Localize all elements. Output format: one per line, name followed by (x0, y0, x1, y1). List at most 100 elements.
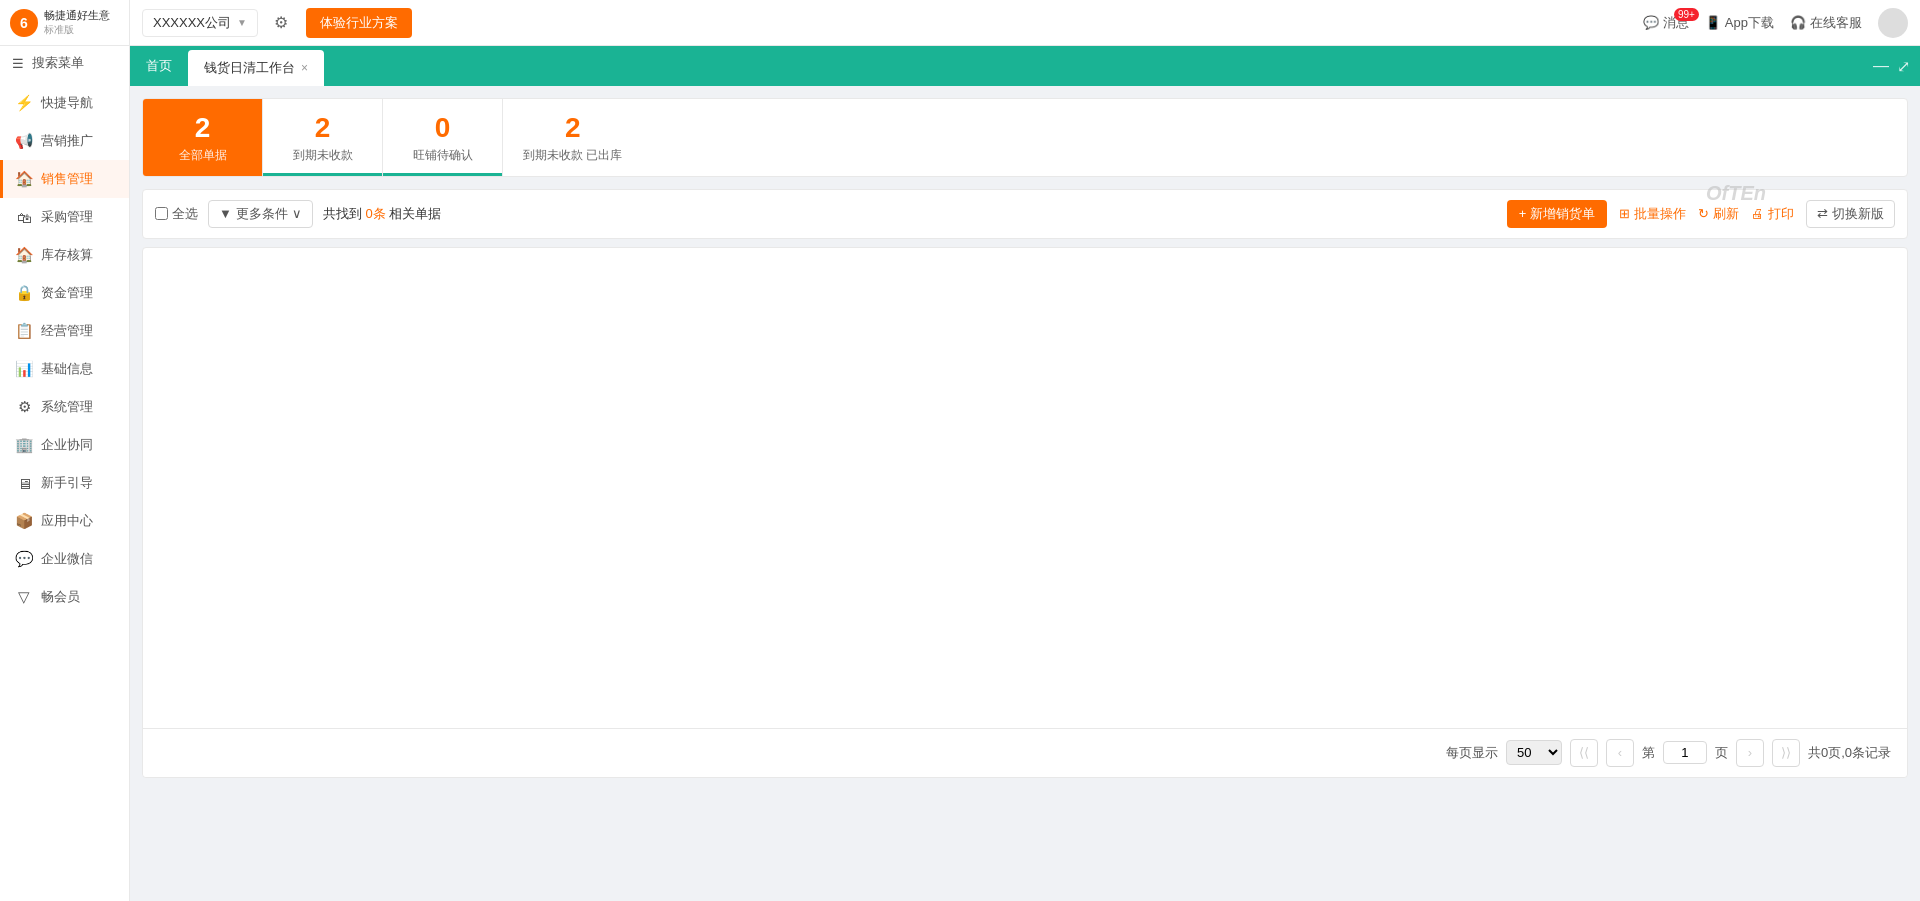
sidebar-item-label: 基础信息 (41, 360, 93, 378)
add-sale-order-button[interactable]: + 新增销货单 (1507, 200, 1607, 228)
company-name: XXXXXX公司 (153, 14, 231, 32)
avatar[interactable] (1878, 8, 1908, 38)
stats-tab-pending[interactable]: 0 旺铺待确认 (383, 99, 503, 176)
search-menu-label: 搜索菜单 (32, 54, 84, 72)
sidebar-item-label: 应用中心 (41, 512, 93, 530)
select-all-checkbox[interactable]: 全选 (155, 205, 198, 223)
last-page-button[interactable]: ⟩⟩ (1772, 739, 1800, 767)
batch-icon: ⊞ (1619, 206, 1630, 221)
first-page-button[interactable]: ⟨⟨ (1570, 739, 1598, 767)
page-suffix: 页 (1715, 744, 1728, 762)
tab-close-icon[interactable]: × (301, 61, 308, 75)
sidebar-item-label: 畅会员 (41, 588, 80, 606)
sidebar-item-new-guide[interactable]: 🖥 新手引导 (0, 464, 129, 502)
logo-icon: 6 (10, 9, 38, 37)
minimize-icon[interactable]: — (1873, 57, 1889, 75)
service-icon: 🎧 (1790, 15, 1806, 30)
switch-icon: ⇄ (1817, 206, 1828, 221)
per-page-label: 每页显示 (1446, 744, 1498, 762)
tab-underline-overdue (263, 173, 382, 176)
operations-icon: 📋 (15, 322, 33, 340)
cooperation-icon: 🏢 (15, 436, 33, 454)
sidebar-item-label: 采购管理 (41, 208, 93, 226)
trial-button[interactable]: 体验行业方案 (306, 8, 412, 38)
sidebar-logo-area: 6 畅捷通好生意 标准版 (0, 0, 129, 46)
batch-operation-button[interactable]: ⊞ 批量操作 (1619, 205, 1686, 223)
finance-icon: 🔒 (15, 284, 33, 302)
print-button[interactable]: 🖨 打印 (1751, 205, 1794, 223)
active-tab-label: 钱货日清工作台 (204, 59, 295, 77)
chevron-down-icon: ▼ (237, 17, 247, 28)
per-page-select[interactable]: 50 100 200 (1506, 740, 1562, 765)
app-download-label: App下载 (1725, 14, 1774, 32)
select-all-label: 全选 (172, 205, 198, 223)
sidebar-item-purchase[interactable]: 🛍 采购管理 (0, 198, 129, 236)
app-name: 畅捷通好生意 (44, 8, 110, 22)
sidebar-item-sales[interactable]: 🏠 销售管理 (0, 160, 129, 198)
base-info-icon: 📊 (15, 360, 33, 378)
new-guide-icon: 🖥 (15, 475, 33, 492)
tab-bar-actions: — ⤢ (1873, 57, 1920, 76)
refresh-label: 刷新 (1713, 205, 1739, 223)
sidebar-item-cooperation[interactable]: 🏢 企业协同 (0, 426, 129, 464)
page-number-input[interactable] (1663, 741, 1707, 764)
stats-tabs: 2 全部单据 2 到期未收款 0 旺铺待确认 2 到期未收款 已出库 (142, 98, 1908, 177)
inventory-icon: 🏠 (15, 246, 33, 264)
sidebar-item-operations[interactable]: 📋 经营管理 (0, 312, 129, 350)
refresh-button[interactable]: ↻ 刷新 (1698, 205, 1739, 223)
stats-pending-label: 旺铺待确认 (413, 147, 473, 164)
select-all-input[interactable] (155, 207, 168, 220)
sidebar-item-quick-nav[interactable]: ⚡ 快捷导航 (0, 84, 129, 122)
switch-version-button[interactable]: ⇄ 切换新版 (1806, 200, 1895, 228)
member-icon: ▽ (15, 588, 33, 606)
toolbar: 全选 ▼ 更多条件 ∨ 共找到 0条 相关单据 + 新增销货单 ⊞ 批量操作 ↻… (142, 189, 1908, 239)
sidebar-item-label: 系统管理 (41, 398, 93, 416)
sidebar-item-wechat[interactable]: 💬 企业微信 (0, 540, 129, 578)
system-icon: ⚙ (15, 398, 33, 416)
message-button[interactable]: 💬 消息 99+ (1643, 14, 1689, 32)
search-menu-icon: ☰ (12, 56, 24, 71)
next-page-button[interactable]: › (1736, 739, 1764, 767)
main-content: 2 全部单据 2 到期未收款 0 旺铺待确认 2 到期未收款 已出库 全选 ▼ (130, 86, 1920, 901)
tab-active[interactable]: 钱货日清工作台 × (188, 50, 324, 86)
switch-label: 切换新版 (1832, 205, 1884, 223)
stats-tab-all[interactable]: 2 全部单据 (143, 99, 263, 176)
app-download-button[interactable]: 📱 App下载 (1705, 14, 1774, 32)
sidebar-item-label: 库存核算 (41, 246, 93, 264)
sales-icon: 🏠 (15, 170, 33, 188)
company-selector[interactable]: XXXXXX公司 ▼ (142, 9, 258, 37)
print-icon: 🖨 (1751, 206, 1764, 221)
sidebar-item-label: 企业协同 (41, 436, 93, 454)
tab-home[interactable]: 首页 (130, 46, 188, 86)
home-tab-label: 首页 (146, 57, 172, 75)
app-center-icon: 📦 (15, 512, 33, 530)
sidebar-item-inventory[interactable]: 🏠 库存核算 (0, 236, 129, 274)
sidebar-item-label: 资金管理 (41, 284, 93, 302)
stats-tab-overdue[interactable]: 2 到期未收款 (263, 99, 383, 176)
settings-button[interactable]: ⚙ (266, 8, 296, 38)
prev-page-button[interactable]: ‹ (1606, 739, 1634, 767)
search-menu-item[interactable]: ☰ 搜索菜单 (0, 46, 129, 80)
sidebar-item-app-center[interactable]: 📦 应用中心 (0, 502, 129, 540)
online-service-label: 在线客服 (1810, 14, 1862, 32)
found-text: 共找到 0条 相关单据 (323, 205, 441, 223)
filter-button[interactable]: ▼ 更多条件 ∨ (208, 200, 313, 228)
message-badge: 99+ (1674, 8, 1699, 21)
sidebar-item-label: 新手引导 (41, 474, 93, 492)
filter-chevron-icon: ∨ (292, 206, 302, 221)
quick-nav-icon: ⚡ (15, 94, 33, 112)
top-header: XXXXXX公司 ▼ ⚙ 体验行业方案 💬 消息 99+ 📱 App下载 🎧 在… (130, 0, 1920, 46)
maximize-icon[interactable]: ⤢ (1897, 57, 1910, 76)
sidebar-item-base-info[interactable]: 📊 基础信息 (0, 350, 129, 388)
sidebar-nav: ⚡ 快捷导航 📢 营销推广 🏠 销售管理 🛍 采购管理 🏠 库存核算 🔒 资金管… (0, 80, 129, 901)
sidebar-item-member[interactable]: ▽ 畅会员 (0, 578, 129, 616)
sidebar-item-finance[interactable]: 🔒 资金管理 (0, 274, 129, 312)
stats-tab-not-shipped[interactable]: 2 到期未收款 已出库 (503, 99, 642, 176)
tab-underline-not-shipped (503, 173, 642, 176)
sidebar-item-marketing[interactable]: 📢 营销推广 (0, 122, 129, 160)
print-label: 打印 (1768, 205, 1794, 223)
stats-not-shipped-label: 到期未收款 已出库 (523, 147, 622, 164)
stats-overdue-number: 2 (315, 111, 331, 145)
sidebar-item-system[interactable]: ⚙ 系统管理 (0, 388, 129, 426)
online-service-button[interactable]: 🎧 在线客服 (1790, 14, 1862, 32)
